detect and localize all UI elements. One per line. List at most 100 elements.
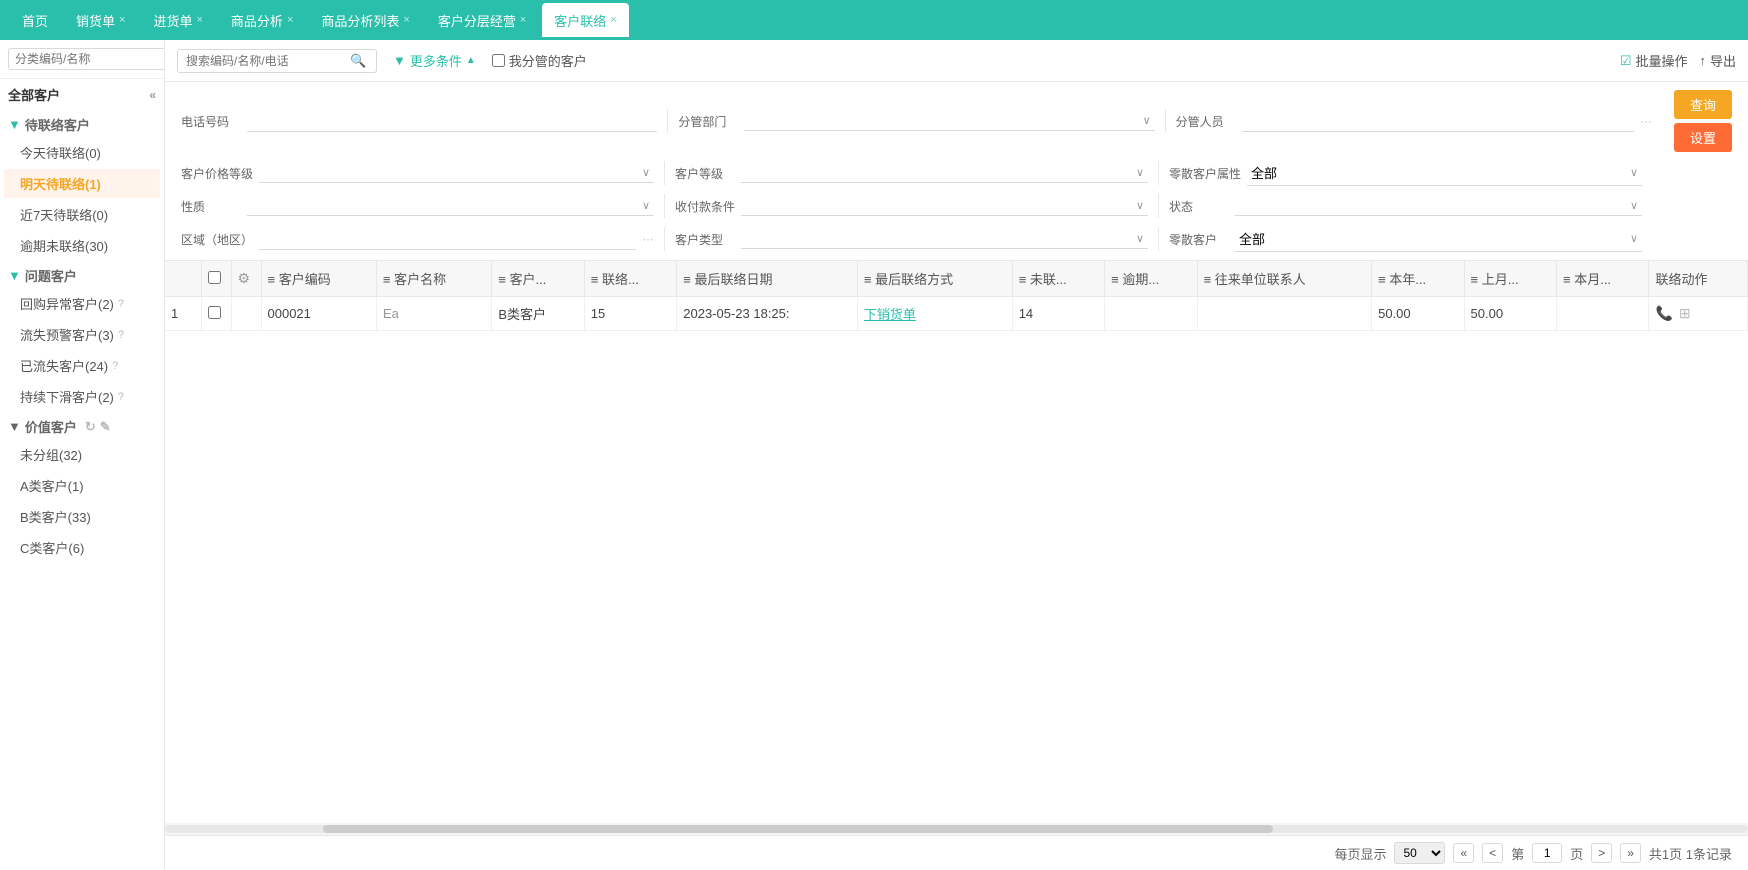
last-method-link[interactable]: 下销货单 (864, 307, 916, 322)
cell-last-date: 2023-05-23 18:25: (677, 297, 858, 331)
filter-field-dept: 分管部门 ∨ (678, 111, 1154, 131)
retail-attr-select[interactable]: 全部 ∨ (1247, 160, 1642, 186)
more-action-icon[interactable]: ⊞ (1679, 305, 1691, 322)
customer-table: ⚙ ≡ 客户编码 ≡ 客户名称 ≡ 客户... ≡ 联络... (165, 261, 1748, 331)
sidebar-item-churned[interactable]: 已流失客户(24) ? (4, 351, 160, 380)
page-size-select[interactable]: 50 100 200 (1394, 842, 1445, 864)
cell-last-method[interactable]: 下销货单 (857, 297, 1012, 331)
all-customers-header[interactable]: 全部客户 « (0, 79, 164, 110)
help-icon[interactable]: ? (112, 360, 118, 372)
search-input[interactable] (186, 54, 346, 68)
cell-check[interactable] (201, 297, 231, 331)
nav-purchase[interactable]: 进货单 × (141, 3, 214, 37)
region-ellipsis-icon[interactable]: ··· (642, 232, 654, 246)
chevron-up-icon: ▲ (466, 55, 476, 66)
sidebar-item-class-b[interactable]: B类客户(33) (4, 502, 160, 531)
nav-product-analysis[interactable]: 商品分析 × (219, 3, 305, 37)
region-input[interactable] (259, 229, 636, 250)
select-all-checkbox[interactable] (208, 271, 221, 284)
batch-operation-button[interactable]: ☑ 批量操作 (1620, 51, 1688, 70)
nature-label: 性质 (181, 198, 241, 215)
chevron-down-icon: ∨ (1136, 166, 1144, 179)
query-button[interactable]: 查询 (1674, 90, 1732, 119)
chevron-down-icon: ∨ (1136, 232, 1144, 245)
sidebar-item-ungrouped[interactable]: 未分组(32) (4, 440, 160, 469)
dept-select[interactable]: ∨ (744, 111, 1154, 131)
sidebar-item-class-a[interactable]: A类客户(1) (4, 471, 160, 500)
triangle-icon: ▼ (8, 419, 21, 434)
next-page-button[interactable]: > (1591, 843, 1612, 863)
nav-customer-contact[interactable]: 客户联络 × (542, 3, 628, 37)
manager-input[interactable] (1242, 111, 1634, 132)
col-gear: ⚙ (231, 261, 261, 297)
more-filter-button[interactable]: ▼ 更多条件 ▲ (387, 48, 482, 73)
sidebar-item-7days[interactable]: 近7天待联络(0) (4, 200, 160, 229)
export-button[interactable]: ↑ 导出 (1699, 51, 1736, 70)
setting-button[interactable]: 设置 (1674, 123, 1732, 152)
filter-field-phone: 电话号码 (181, 111, 657, 132)
first-page-button[interactable]: « (1453, 843, 1474, 863)
close-icon[interactable]: × (196, 14, 202, 26)
row-checkbox[interactable] (208, 306, 221, 319)
customer-level-select[interactable]: ∨ (741, 163, 1148, 183)
cell-this-month (1557, 297, 1649, 331)
col-type: ≡ 客户... (492, 261, 584, 297)
my-customer-checkbox[interactable] (492, 54, 505, 67)
search-icon[interactable]: 🔍 (350, 53, 366, 69)
sidebar-item-churn-warning[interactable]: 流失预警客户(3) ? (4, 320, 160, 349)
prev-page-button[interactable]: < (1482, 843, 1503, 863)
nature-select[interactable]: ∨ (247, 196, 654, 216)
customer-level-label: 客户等级 (675, 165, 735, 182)
customer-type-select[interactable]: ∨ (741, 229, 1148, 249)
sidebar-item-repurchase-anomaly[interactable]: 回购异常客户(2) ? (4, 289, 160, 318)
my-customer-checkbox-area[interactable]: 我分管的客户 (492, 51, 587, 70)
edit-icon[interactable]: ✎ (100, 419, 111, 435)
close-icon[interactable]: × (287, 14, 293, 26)
total-records: 共1页 1条记录 (1649, 844, 1732, 863)
search-bar: 🔍 ▼ 更多条件 ▲ 我分管的客户 ☑ 批量操作 ↑ 导出 (165, 40, 1748, 82)
sidebar-item-class-c[interactable]: C类客户(6) (4, 533, 160, 562)
close-icon[interactable]: × (520, 14, 526, 26)
help-icon[interactable]: ? (118, 329, 124, 341)
retail-select[interactable]: 全部 ∨ (1235, 226, 1642, 252)
action-icons: 📞 ⊞ (1655, 305, 1741, 322)
batch-icon: ☑ (1620, 53, 1632, 69)
payment-select[interactable]: ∨ (741, 196, 1148, 216)
close-icon[interactable]: × (119, 14, 125, 26)
phone-action-icon[interactable]: 📞 (1655, 305, 1672, 322)
export-icon: ↑ (1699, 53, 1706, 68)
filter-row-3: 性质 ∨ 收付款条件 ∨ 状态 (181, 194, 1732, 218)
nav-salesperson[interactable]: 销货单 × (64, 3, 137, 37)
last-page-button[interactable]: » (1620, 843, 1641, 863)
cell-index: 1 (165, 297, 201, 331)
sidebar-item-overdue[interactable]: 逾期未联络(30) (4, 231, 160, 260)
table-header-row: ⚙ ≡ 客户编码 ≡ 客户名称 ≡ 客户... ≡ 联络... (165, 261, 1748, 297)
horizontal-scrollbar[interactable] (165, 823, 1748, 835)
close-icon[interactable]: × (403, 14, 409, 26)
sidebar-search-input[interactable] (8, 48, 165, 70)
status-label: 状态 (1169, 198, 1229, 215)
close-icon[interactable]: × (610, 14, 616, 26)
col-this-month: ≡ 本月... (1557, 261, 1649, 297)
nav-home[interactable]: 首页 (10, 3, 60, 37)
scroll-thumb[interactable] (323, 825, 1273, 833)
sidebar-item-declining[interactable]: 持续下滑客户(2) ? (4, 382, 160, 411)
search-input-wrap[interactable]: 🔍 (177, 49, 377, 73)
column-setting-icon[interactable]: ⚙ (238, 270, 251, 286)
nav-customer-tier[interactable]: 客户分层经营 × (426, 3, 538, 37)
filter-field-nature: 性质 ∨ (181, 196, 654, 216)
help-icon[interactable]: ? (118, 391, 124, 403)
help-icon[interactable]: ? (118, 298, 124, 310)
sidebar-item-tomorrow[interactable]: 明天待联络(1) (4, 169, 160, 198)
ellipsis-icon[interactable]: ··· (1640, 114, 1652, 128)
price-level-select[interactable]: ∨ (259, 163, 654, 183)
page-input[interactable] (1532, 843, 1562, 863)
nav-product-list[interactable]: 商品分析列表 × (309, 3, 421, 37)
divider (1165, 109, 1166, 133)
sidebar-item-today[interactable]: 今天待联络(0) (4, 138, 160, 167)
col-last-date: ≡ 最后联络日期 (677, 261, 858, 297)
divider (667, 109, 668, 133)
phone-input[interactable] (247, 111, 657, 132)
status-select[interactable]: ∨ (1235, 196, 1642, 216)
refresh-icon[interactable]: ↻ (85, 419, 96, 435)
